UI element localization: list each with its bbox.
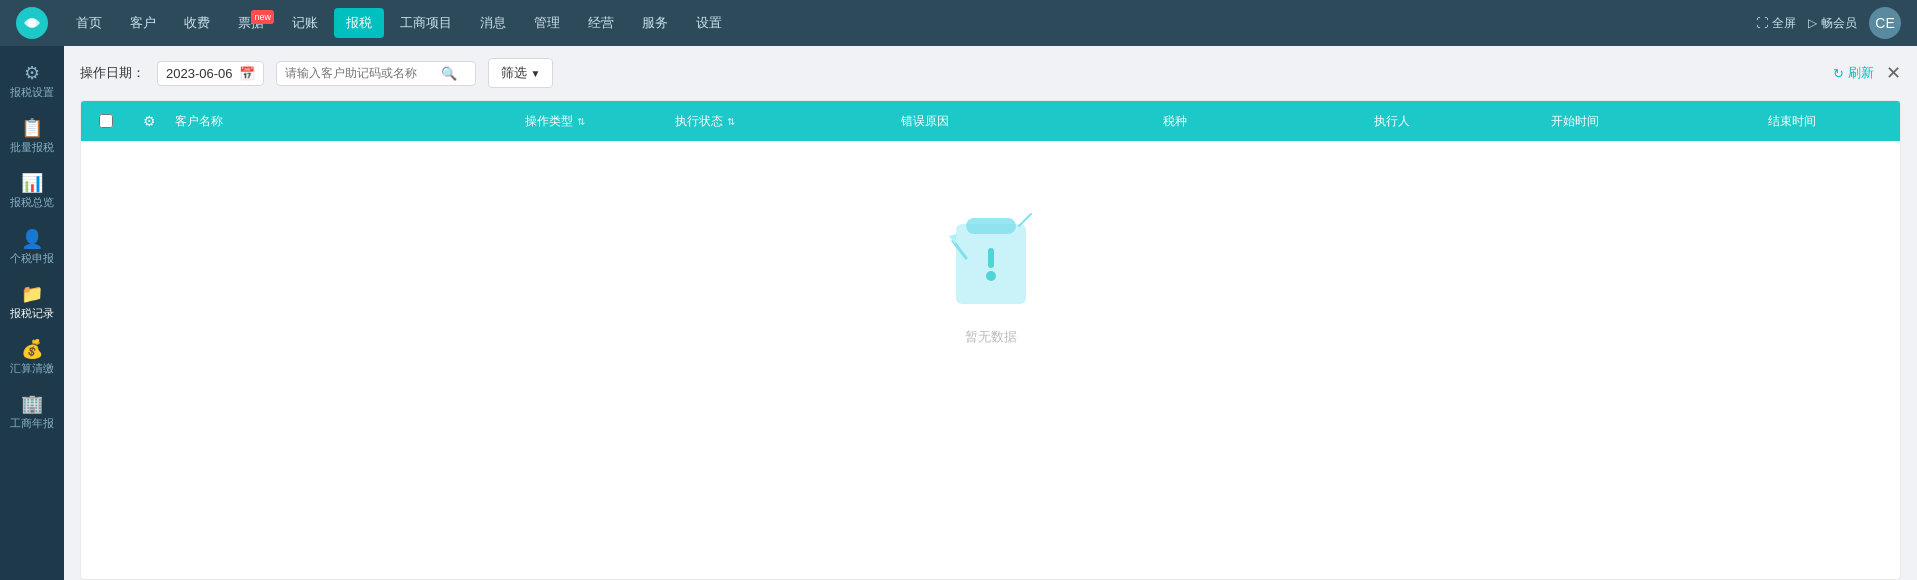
col-header-executor: 执行人	[1317, 113, 1467, 130]
nav-item-票据[interactable]: 票据new	[226, 8, 276, 38]
nav-item-工商项目[interactable]: 工商项目	[388, 8, 464, 38]
fullscreen-icon: ⛶	[1756, 16, 1768, 30]
sidebar-item-批量报税[interactable]: 📋 批量报税	[0, 109, 64, 164]
nav-item-管理[interactable]: 管理	[522, 8, 572, 38]
sidebar-item-个税申报[interactable]: 👤 个税申报	[0, 220, 64, 275]
nav-item-首页[interactable]: 首页	[64, 8, 114, 38]
chevron-down-icon: ▼	[531, 68, 541, 79]
svg-rect-3	[966, 218, 1016, 234]
avatar[interactable]: CE	[1869, 7, 1901, 39]
sidebar-item-报税总览[interactable]: 📊 报税总览	[0, 164, 64, 219]
col-name-label: 客户名称	[175, 113, 223, 130]
col-tax-label: 税种	[1163, 113, 1187, 130]
sidebar-icon: 💰	[21, 340, 43, 358]
fullscreen-button[interactable]: ⛶ 全屏	[1756, 15, 1796, 32]
sidebar-item-报税记录[interactable]: 📁 报税记录	[0, 275, 64, 330]
sidebar-label: 个税申报	[10, 252, 54, 265]
date-label: 操作日期：	[80, 64, 145, 82]
col-header-error: 错误原因	[817, 113, 1034, 130]
select-all-checkbox[interactable]	[99, 114, 113, 128]
sidebar-label: 报税总览	[10, 196, 54, 209]
calendar-icon: 📅	[239, 66, 255, 81]
nav-item-收费[interactable]: 收费	[172, 8, 222, 38]
vip-icon: ▷	[1808, 16, 1817, 30]
sort-icon: ⇅	[577, 116, 585, 127]
search-input[interactable]	[285, 66, 435, 80]
nav-item-设置[interactable]: 设置	[684, 8, 734, 38]
nav-item-经营[interactable]: 经营	[576, 8, 626, 38]
filter-label: 筛选	[501, 64, 527, 82]
svg-point-1	[28, 19, 36, 27]
sidebar-icon: 👤	[21, 230, 43, 248]
col-header-name: 客户名称	[167, 113, 517, 130]
refresh-button[interactable]: ↻ 刷新	[1833, 64, 1874, 82]
nav-items: 首页客户收费票据new记账报税工商项目消息管理经营服务设置	[64, 8, 1756, 38]
vip-button[interactable]: ▷ 畅会员	[1808, 15, 1857, 32]
fullscreen-label: 全屏	[1772, 15, 1796, 32]
col-start-label: 开始时间	[1551, 113, 1599, 130]
svg-rect-5	[988, 248, 994, 268]
empty-state: 暂无数据	[931, 196, 1051, 346]
nav-item-服务[interactable]: 服务	[630, 8, 680, 38]
sidebar-label: 报税记录	[10, 307, 54, 320]
table-header: ⚙ 客户名称 操作类型 ⇅ 执行状态 ⇅ 错误原因 税种	[81, 101, 1900, 141]
col-op-type-label: 操作类型	[525, 113, 573, 130]
sidebar-icon: 📋	[21, 119, 43, 137]
new-badge: new	[251, 10, 274, 24]
col-header-tax: 税种	[1034, 113, 1318, 130]
table-body: 暂无数据	[81, 141, 1900, 401]
col-status-label: 执行状态	[675, 113, 723, 130]
sidebar-label: 报税设置	[10, 86, 54, 99]
main-layout: ⚙ 报税设置 📋 批量报税 📊 报税总览 👤 个税申报 📁 报税记录 💰 汇算清缴 🏢 工商年报 操作日期…	[0, 46, 1917, 580]
sidebar-item-汇算清缴[interactable]: 💰 汇算清缴	[0, 330, 64, 385]
nav-item-记账[interactable]: 记账	[280, 8, 330, 38]
col-header-status: 执行状态 ⇅	[667, 113, 817, 130]
col-end-label: 结束时间	[1768, 113, 1816, 130]
col-header-op-type: 操作类型 ⇅	[517, 113, 667, 130]
sidebar: ⚙ 报税设置 📋 批量报税 📊 报税总览 👤 个税申报 📁 报税记录 💰 汇算清缴 🏢 工商年报	[0, 46, 64, 580]
sidebar-item-工商年报[interactable]: 🏢 工商年报	[0, 385, 64, 440]
sidebar-item-报税设置[interactable]: ⚙ 报税设置	[0, 54, 64, 109]
avatar-text: CE	[1875, 15, 1894, 31]
top-navigation: 首页客户收费票据new记账报税工商项目消息管理经营服务设置 ⛶ 全屏 ▷ 畅会员…	[0, 0, 1917, 46]
sidebar-icon: 📁	[21, 285, 43, 303]
svg-line-8	[1019, 214, 1031, 226]
table-container: ⚙ 客户名称 操作类型 ⇅ 执行状态 ⇅ 错误原因 税种	[80, 100, 1901, 580]
empty-illustration	[931, 196, 1051, 316]
date-input[interactable]: 2023-06-06 📅	[157, 61, 264, 86]
logo[interactable]	[16, 7, 48, 39]
vip-label: 畅会员	[1821, 15, 1857, 32]
date-value: 2023-06-06	[166, 66, 233, 81]
nav-item-客户[interactable]: 客户	[118, 8, 168, 38]
sidebar-label: 工商年报	[10, 417, 54, 430]
column-settings-icon[interactable]: ⚙	[131, 113, 167, 129]
svg-point-4	[986, 271, 996, 281]
header-checkbox[interactable]	[81, 114, 131, 128]
nav-item-消息[interactable]: 消息	[468, 8, 518, 38]
top-right-actions: ⛶ 全屏 ▷ 畅会员 CE	[1756, 7, 1901, 39]
col-header-end: 结束时间	[1683, 113, 1900, 130]
filter-button[interactable]: 筛选 ▼	[488, 58, 554, 88]
sidebar-icon: 📊	[21, 174, 43, 192]
refresh-label: 刷新	[1848, 64, 1874, 82]
sidebar-icon: 🏢	[21, 395, 43, 413]
nav-item-报税[interactable]: 报税	[334, 8, 384, 38]
col-executor-label: 执行人	[1374, 113, 1410, 130]
refresh-icon: ↻	[1833, 66, 1844, 81]
close-button[interactable]: ✕	[1886, 64, 1901, 82]
search-wrapper[interactable]: 🔍	[276, 61, 476, 86]
sidebar-label: 批量报税	[10, 141, 54, 154]
sort-icon: ⇅	[727, 116, 735, 127]
sidebar-icon: ⚙	[24, 64, 40, 82]
sidebar-label: 汇算清缴	[10, 362, 54, 375]
search-icon: 🔍	[441, 66, 457, 81]
col-error-label: 错误原因	[901, 113, 949, 130]
toolbar: 操作日期： 2023-06-06 📅 🔍 筛选 ▼ ↻ 刷新 ✕	[64, 46, 1917, 100]
empty-text: 暂无数据	[965, 328, 1017, 346]
col-header-start: 开始时间	[1467, 113, 1684, 130]
content-area: 操作日期： 2023-06-06 📅 🔍 筛选 ▼ ↻ 刷新 ✕	[64, 46, 1917, 580]
